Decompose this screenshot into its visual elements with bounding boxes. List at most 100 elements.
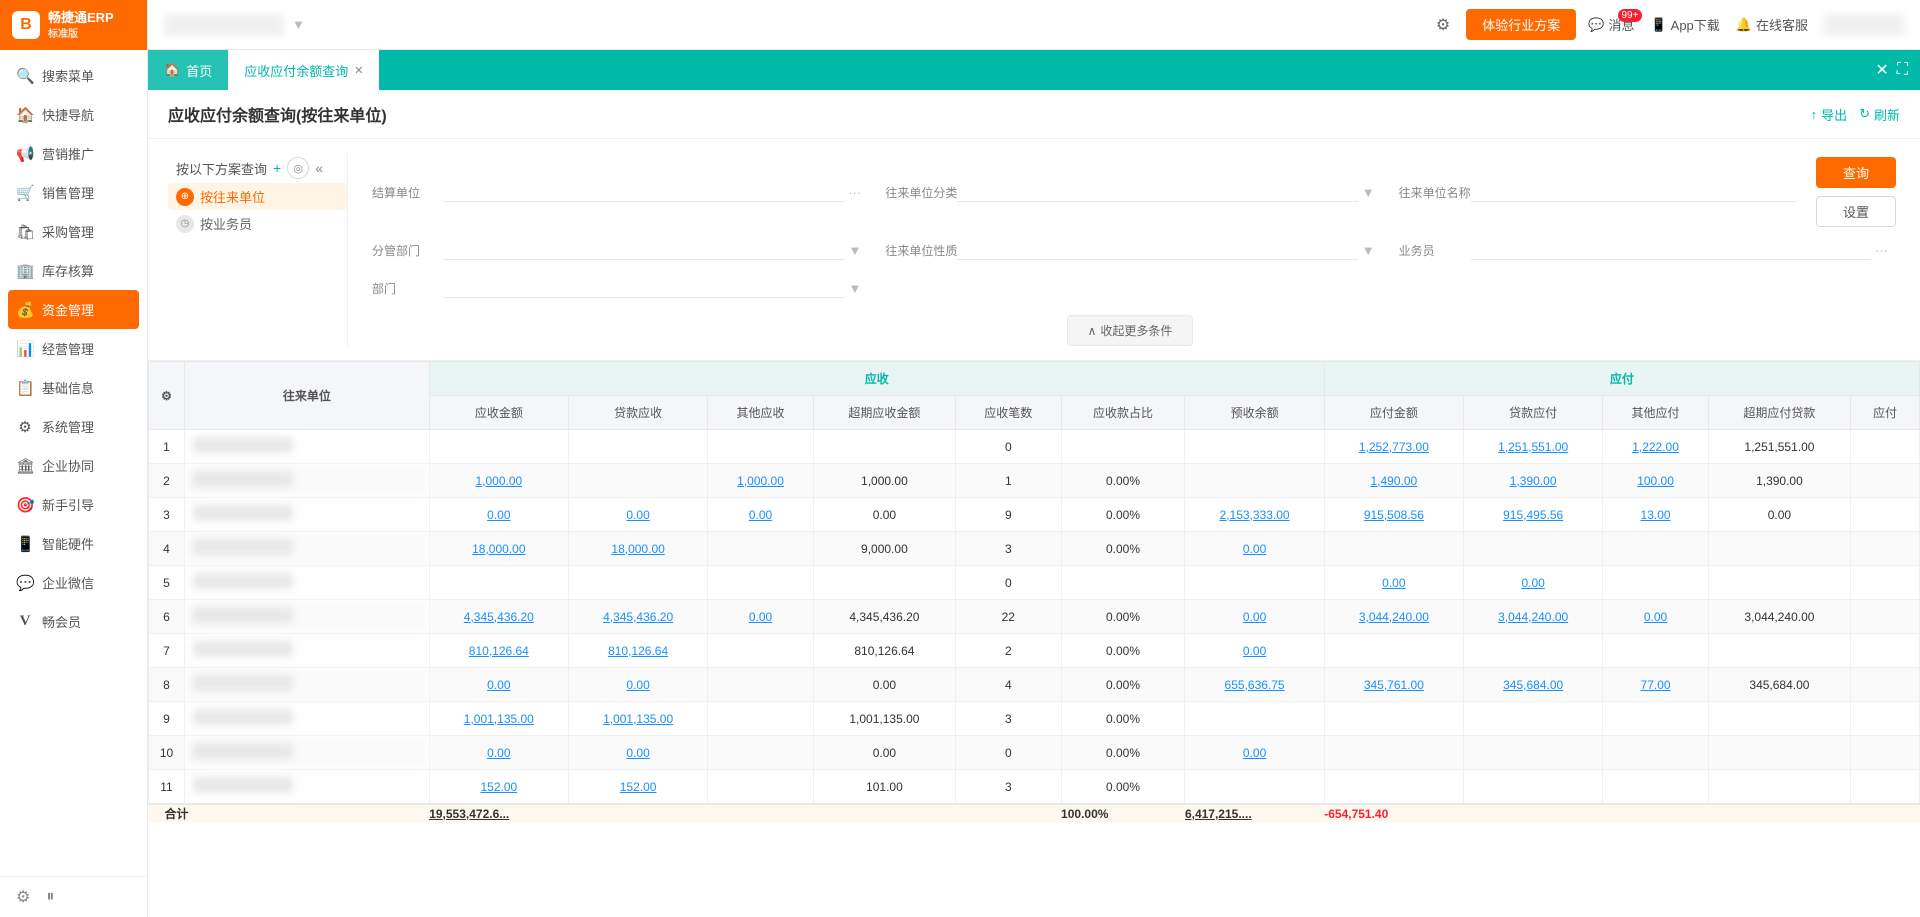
tab-query[interactable]: 应收应付余额查询 ✕ <box>228 50 379 90</box>
cell-value[interactable]: 0.00 <box>1644 610 1667 624</box>
cell-ap-other[interactable] <box>1603 532 1709 566</box>
cell-value[interactable]: 152.00 <box>620 780 657 794</box>
cell-value[interactable]: 0.00 <box>1243 644 1266 658</box>
app-download-button[interactable]: 📱 App下载 <box>1650 15 1719 34</box>
sidebar-item-member[interactable]: V 畅会员 <box>0 602 147 641</box>
cell-value[interactable]: 0.00 <box>749 508 772 522</box>
cell-ar-loan[interactable]: 810,126.64 <box>568 634 707 668</box>
cell-ar-prepay[interactable] <box>1185 464 1324 498</box>
cell-value[interactable]: 100.00 <box>1637 474 1674 488</box>
sidebar-item-system[interactable]: ⚙ 系统管理 <box>0 407 147 446</box>
refresh-button[interactable]: ↻ 刷新 <box>1859 105 1900 124</box>
cell-ar-loan[interactable]: 1,001,135.00 <box>568 702 707 736</box>
cell-value[interactable]: 655,636.75 <box>1225 678 1285 692</box>
cell-ap-amount[interactable]: 915,508.56 <box>1324 498 1463 532</box>
cell-ar-loan[interactable] <box>568 430 707 464</box>
cell-value[interactable]: 1,001,135.00 <box>464 712 534 726</box>
unit-nature-input[interactable] <box>957 240 1357 260</box>
cell-ar-loan[interactable]: 0.00 <box>568 498 707 532</box>
cell-ap-other[interactable] <box>1603 736 1709 770</box>
sidebar-item-purchase[interactable]: 🛍 采购管理 <box>0 212 147 251</box>
scheme-by-unit[interactable]: ⊕ 按往来单位 <box>168 183 347 210</box>
cell-value[interactable]: 1,000.00 <box>737 474 784 488</box>
sidebar-item-enterprise[interactable]: 🏛 企业协同 <box>0 446 147 485</box>
cell-value[interactable]: 0.00 <box>626 678 649 692</box>
cell-ar-other[interactable] <box>708 532 814 566</box>
sidebar-item-operation[interactable]: 📊 经营管理 <box>0 329 147 368</box>
cell-ar-other[interactable] <box>708 430 814 464</box>
cell-ar-amount[interactable] <box>429 566 568 600</box>
cell-ar-prepay[interactable] <box>1185 702 1324 736</box>
sidebar-item-quick-nav[interactable]: 🏠 快捷导航 <box>0 95 147 134</box>
cell-ap-amount[interactable]: 1,490.00 <box>1324 464 1463 498</box>
cell-ap-other[interactable] <box>1603 770 1709 805</box>
tab-home[interactable]: 🏠 首页 <box>148 50 228 90</box>
cell-ap-amount[interactable] <box>1324 736 1463 770</box>
query-button[interactable]: 查询 <box>1816 157 1896 188</box>
filter-circle-icon[interactable]: ◎ <box>287 157 309 179</box>
cell-value[interactable]: 1,000.00 <box>475 474 522 488</box>
cell-value[interactable]: 3,044,240.00 <box>1498 610 1568 624</box>
maximize-tab-btn[interactable]: ⛶ <box>1897 61 1908 79</box>
cell-value[interactable]: 0.00 <box>626 508 649 522</box>
cell-value[interactable]: 3,044,240.00 <box>1359 610 1429 624</box>
cell-value[interactable]: 1,490.00 <box>1371 474 1418 488</box>
cell-value[interactable]: 810,126.64 <box>608 644 668 658</box>
footer-ar-amount[interactable]: 19,553,472.6... <box>429 804 568 822</box>
cell-ap-amount[interactable] <box>1324 702 1463 736</box>
sidebar-item-search-menu[interactable]: 🔍 搜索菜单 <box>0 56 147 95</box>
cell-ar-prepay[interactable]: 655,636.75 <box>1185 668 1324 702</box>
cell-value[interactable]: 0.00 <box>487 678 510 692</box>
cell-value[interactable]: 345,761.00 <box>1364 678 1424 692</box>
cell-value[interactable]: 915,508.56 <box>1364 508 1424 522</box>
cell-ar-amount[interactable]: 0.00 <box>429 498 568 532</box>
settings-bottom-icon[interactable]: ⚙ <box>16 887 30 907</box>
cell-ar-prepay[interactable]: 2,153,333.00 <box>1185 498 1324 532</box>
cell-value[interactable]: 810,126.64 <box>469 644 529 658</box>
collapse-sidebar-icon[interactable]: ⏸ <box>46 888 54 906</box>
cell-ar-prepay[interactable] <box>1185 430 1324 464</box>
cell-ar-amount[interactable]: 1,000.00 <box>429 464 568 498</box>
cell-ap-loan[interactable] <box>1464 702 1603 736</box>
add-condition-icon[interactable]: + <box>273 160 281 176</box>
salesman-input[interactable] <box>1471 240 1871 260</box>
cell-ar-loan[interactable]: 0.00 <box>568 668 707 702</box>
unit-name-input[interactable] <box>1471 182 1796 202</box>
sidebar-item-finance[interactable]: 💰 资金管理 <box>8 290 139 329</box>
cell-ap-amount[interactable] <box>1324 770 1463 805</box>
cell-ap-amount[interactable]: 3,044,240.00 <box>1324 600 1463 634</box>
cell-value[interactable]: 4,345,436.20 <box>603 610 673 624</box>
export-button[interactable]: ↑ 导出 <box>1811 105 1848 124</box>
cell-ar-prepay[interactable]: 0.00 <box>1185 532 1324 566</box>
salesman-dots-icon[interactable]: ··· <box>1875 243 1888 258</box>
cell-ar-prepay[interactable]: 0.00 <box>1185 634 1324 668</box>
sidebar-item-inventory[interactable]: 🏢 库存核算 <box>0 251 147 290</box>
cell-ar-other[interactable] <box>708 770 814 805</box>
cell-value[interactable]: 1,390.00 <box>1510 474 1557 488</box>
cell-ar-other[interactable] <box>708 736 814 770</box>
cell-value[interactable]: 0.00 <box>1521 576 1544 590</box>
message-button[interactable]: 💬 消息 99+ <box>1588 15 1634 34</box>
cell-value[interactable]: 18,000.00 <box>472 542 525 556</box>
cell-value[interactable]: 345,684.00 <box>1503 678 1563 692</box>
cell-ar-amount[interactable]: 1,001,135.00 <box>429 702 568 736</box>
cell-ar-other[interactable]: 1,000.00 <box>708 464 814 498</box>
cell-ap-amount[interactable]: 345,761.00 <box>1324 668 1463 702</box>
cell-value[interactable]: 0.00 <box>1243 542 1266 556</box>
unit-category-input[interactable] <box>957 182 1357 202</box>
sidebar-item-marketing[interactable]: 📢 营销推广 <box>0 134 147 173</box>
cell-ap-other[interactable]: 1,222.00 <box>1603 430 1709 464</box>
cell-value[interactable]: 4,345,436.20 <box>464 610 534 624</box>
cell-ap-other[interactable] <box>1603 566 1709 600</box>
cell-ap-loan[interactable] <box>1464 634 1603 668</box>
cell-ar-prepay[interactable]: 0.00 <box>1185 736 1324 770</box>
cell-ap-other[interactable] <box>1603 702 1709 736</box>
cell-ar-loan[interactable]: 152.00 <box>568 770 707 805</box>
cell-ar-prepay[interactable]: 0.00 <box>1185 600 1324 634</box>
cell-ar-other[interactable] <box>708 566 814 600</box>
cell-ap-amount[interactable]: 0.00 <box>1324 566 1463 600</box>
promo-button[interactable]: 体验行业方案 <box>1466 9 1576 40</box>
service-button[interactable]: 🔔 在线客服 <box>1736 15 1808 34</box>
cell-ar-loan[interactable] <box>568 464 707 498</box>
table-settings-button[interactable]: 设置 <box>1816 196 1896 227</box>
